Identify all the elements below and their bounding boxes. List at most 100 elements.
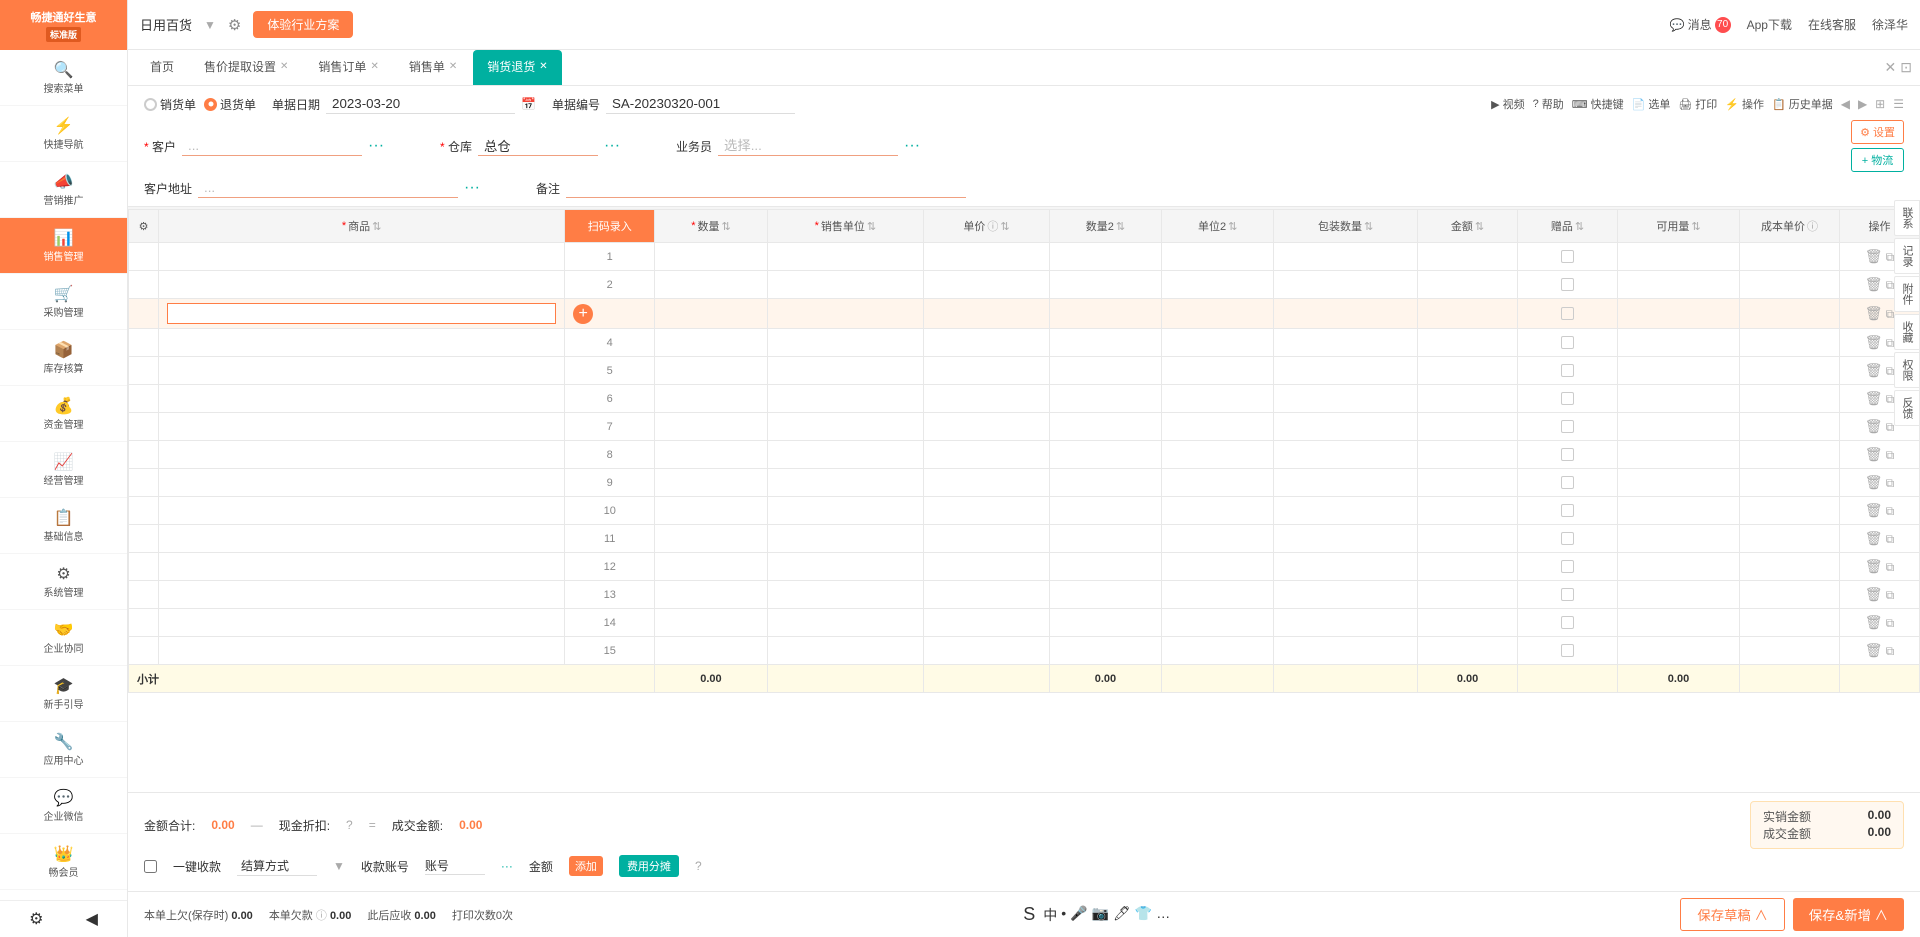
daily-category[interactable]: 日用百货 [140,15,192,34]
row-available-14[interactable] [1618,609,1740,637]
customer-select-btn[interactable]: ··· [368,137,384,155]
row-amount-13[interactable] [1418,581,1518,609]
row-unit2-10[interactable] [1162,497,1274,525]
row-sales-unit-7[interactable] [767,413,923,441]
row-qty2-8[interactable] [1049,441,1161,469]
row-pack-qty-1[interactable] [1274,243,1418,271]
tool2[interactable]: • [1061,905,1066,925]
sidebar-item-企业协同[interactable]: 🤝企业协同 [0,610,127,666]
delete-icon-14[interactable]: 🗑 [1865,614,1883,630]
row-pack-qty-7[interactable] [1274,413,1418,441]
tab-3[interactable]: 销售单✕ [395,50,471,85]
row-product-2[interactable] [159,271,565,299]
row-qty2-9[interactable] [1049,469,1161,497]
copy-icon-2[interactable]: ⧉ [1886,278,1895,292]
row-product-1[interactable] [159,243,565,271]
row-unit2-2[interactable] [1162,271,1274,299]
grid-view-icon[interactable]: ⊞ [1875,97,1885,111]
save-new-btn[interactable]: 保存&新增 ∧ [1793,898,1904,931]
operate-btn[interactable]: ⚡ 操作 [1725,96,1764,112]
row-qty2-15[interactable] [1049,637,1161,665]
row-sales-unit-3[interactable] [767,299,923,329]
tab-4[interactable]: 销货退货✕ [473,50,561,85]
row-unit2-6[interactable] [1162,385,1274,413]
row-gift-13[interactable] [1518,581,1618,609]
row-qty-1[interactable] [655,243,768,271]
row-amount-6[interactable] [1418,385,1518,413]
row-pack-qty-12[interactable] [1274,553,1418,581]
print-btn[interactable]: 🖨 打印 [1678,96,1717,112]
address-select-btn[interactable]: ··· [464,179,480,197]
row-cost-price-1[interactable] [1740,243,1840,271]
tab-close-icon[interactable]: ✕ [280,61,288,72]
gift-checkbox-1[interactable] [1561,250,1574,263]
gift-checkbox-13[interactable] [1561,588,1574,601]
row-unit-price-7[interactable] [924,413,1050,441]
row-unit2-12[interactable] [1162,553,1274,581]
gift-checkbox-14[interactable] [1561,616,1574,629]
row-product-7[interactable] [159,413,565,441]
row-amount-8[interactable] [1418,441,1518,469]
row-cost-price-2[interactable] [1740,271,1840,299]
row-pack-qty-2[interactable] [1274,271,1418,299]
row-sales-unit-12[interactable] [767,553,923,581]
right-float-btn-4[interactable]: 权限 [1894,352,1920,388]
maximize-icon[interactable]: ⊡ [1900,59,1912,76]
tool6[interactable]: 👕 [1135,905,1152,925]
row-unit-price-3[interactable] [924,299,1050,329]
sidebar-item-企业微信[interactable]: 💬企业微信 [0,778,127,834]
gift-checkbox-5[interactable] [1561,364,1574,377]
row-amount-9[interactable] [1418,469,1518,497]
delete-icon-3[interactable]: 🗑 [1865,305,1883,321]
sidebar-item-搜索菜单[interactable]: 🔍搜索菜单 [0,50,127,106]
row-pack-qty-4[interactable] [1274,329,1418,357]
right-float-btn-5[interactable]: 反馈 [1894,390,1920,426]
gear-icon[interactable]: ⚙ [228,16,241,34]
row-amount-4[interactable] [1418,329,1518,357]
row-unit-price-12[interactable] [924,553,1050,581]
copy-icon-5[interactable]: ⧉ [1886,364,1895,378]
list-view-icon[interactable]: ☰ [1893,97,1904,111]
pack-sort-icon[interactable]: ⇅ [1364,220,1373,233]
sidebar-item-库存核算[interactable]: 📦库存核算 [0,330,127,386]
row-unit-price-13[interactable] [924,581,1050,609]
tab-1[interactable]: 售价提取设置✕ [190,50,302,85]
row-available-9[interactable] [1618,469,1740,497]
gift-checkbox-15[interactable] [1561,644,1574,657]
gift-checkbox-6[interactable] [1561,392,1574,405]
calendar-icon[interactable]: 📅 [521,97,536,111]
row-amount-2[interactable] [1418,271,1518,299]
row-available-3[interactable] [1618,299,1740,329]
row-amount-1[interactable] [1418,243,1518,271]
user-btn[interactable]: 徐泽华 [1872,16,1908,33]
close-window-icon[interactable]: ✕ [1885,59,1897,76]
sidebar-item-快捷导航[interactable]: ⚡快捷导航 [0,106,127,162]
delete-icon-1[interactable]: 🗑 [1865,248,1883,264]
delete-icon-8[interactable]: 🗑 [1865,446,1883,462]
row-scan-3[interactable]: + [565,299,655,329]
right-float-btn-0[interactable]: 联系 [1894,200,1920,236]
row-sales-unit-10[interactable] [767,497,923,525]
row-qty2-1[interactable] [1049,243,1161,271]
row-pack-qty-11[interactable] [1274,525,1418,553]
row-gift-2[interactable] [1518,271,1618,299]
row-cost-price-6[interactable] [1740,385,1840,413]
delete-icon-4[interactable]: 🗑 [1865,334,1883,350]
sidebar-item-资金管理[interactable]: 💰资金管理 [0,386,127,442]
row-available-11[interactable] [1618,525,1740,553]
row-unit2-9[interactable] [1162,469,1274,497]
address-input[interactable] [198,178,458,198]
sidebar-item-畅会员[interactable]: 👑畅会员 [0,834,127,890]
row-available-12[interactable] [1618,553,1740,581]
tab-2[interactable]: 销售订单✕ [304,50,392,85]
row-amount-7[interactable] [1418,413,1518,441]
row-gift-8[interactable] [1518,441,1618,469]
copy-icon-9[interactable]: ⧉ [1886,476,1895,490]
row-pack-qty-13[interactable] [1274,581,1418,609]
row-sales-unit-2[interactable] [767,271,923,299]
row-cost-price-12[interactable] [1740,553,1840,581]
row-unit-price-14[interactable] [924,609,1050,637]
row-qty2-12[interactable] [1049,553,1161,581]
message-btn[interactable]: 💬 消息 70 [1670,16,1731,33]
row-unit2-1[interactable] [1162,243,1274,271]
